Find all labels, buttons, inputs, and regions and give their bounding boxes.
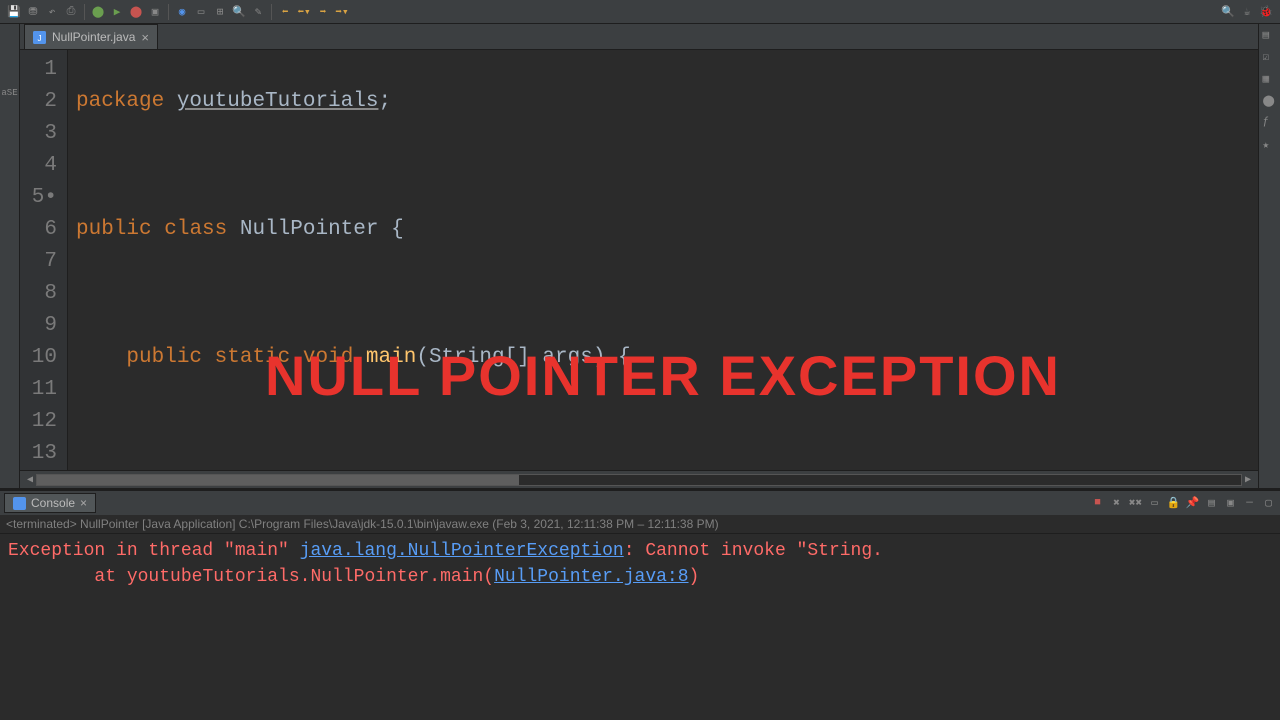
right-sidebar-strip: ▤ ☑ ▦ ⬤ ƒ ★ xyxy=(1258,24,1280,488)
save-icon[interactable]: 💾 xyxy=(6,4,22,20)
new-pkg-icon[interactable]: ▭ xyxy=(193,4,209,20)
editor-tab-bar: J NullPointer.java × xyxy=(20,24,1258,50)
editor-area: aSE J NullPointer.java × 12345•678910111… xyxy=(0,24,1280,488)
quick-access-icon[interactable]: 🔍 xyxy=(1220,4,1236,20)
editor-wrap: J NullPointer.java × 12345•678910111213 … xyxy=(20,24,1258,488)
code-pane: 12345•678910111213 package youtubeTutori… xyxy=(20,50,1258,470)
clear-icon[interactable]: ▭ xyxy=(1147,496,1162,511)
horizontal-scrollbar[interactable]: ◀ ▶ xyxy=(20,470,1258,488)
console-tab-label: Console xyxy=(31,496,75,510)
scroll-left-icon[interactable]: ◀ xyxy=(24,474,36,486)
coverage-icon[interactable]: ▣ xyxy=(147,4,163,20)
undo-icon[interactable]: ↶ xyxy=(44,4,60,20)
console-run-meta: <terminated> NullPointer [Java Applicati… xyxy=(0,515,1280,534)
console-icon xyxy=(13,497,26,510)
back-history-icon[interactable]: ⬅▾ xyxy=(296,4,312,20)
breakpoints-icon[interactable]: ⬤ xyxy=(1263,94,1277,108)
remove-icon[interactable]: ✖ xyxy=(1109,496,1124,511)
left-strip-label: aSE xyxy=(1,88,17,98)
scroll-lock-icon[interactable]: 🔒 xyxy=(1166,496,1181,511)
console-tab[interactable]: Console × xyxy=(4,493,96,513)
run-ext-icon[interactable]: ⬤ xyxy=(128,4,144,20)
close-icon[interactable]: × xyxy=(80,496,87,510)
line-number-gutter: 12345•678910111213 xyxy=(20,50,68,470)
forward-history-icon[interactable]: ➡▾ xyxy=(334,4,350,20)
terminate-icon[interactable]: ■ xyxy=(1090,496,1105,511)
console-output[interactable]: Exception in thread "main" java.lang.Nul… xyxy=(0,534,1280,720)
search-icon[interactable]: 🔍 xyxy=(231,4,247,20)
console-toolbar: ■ ✖ ✖✖ ▭ 🔒 📌 ▤ ▣ — ▢ xyxy=(1090,496,1276,511)
forward-icon[interactable]: ➡ xyxy=(315,4,331,20)
perspective-java-icon[interactable]: ☕ xyxy=(1239,4,1255,20)
open-console-icon[interactable]: ▣ xyxy=(1223,496,1238,511)
new-class-icon[interactable]: ◉ xyxy=(174,4,190,20)
open-type-icon[interactable]: ⊞ xyxy=(212,4,228,20)
bookmarks-icon[interactable]: ★ xyxy=(1263,138,1277,152)
java-file-icon: J xyxy=(33,31,46,44)
left-sidebar-strip: aSE xyxy=(0,24,20,488)
editor-tab-nullpointer[interactable]: J NullPointer.java × xyxy=(24,24,158,49)
pin-icon[interactable]: 📌 xyxy=(1185,496,1200,511)
main-toolbar: 💾 ⛃ ↶ ⎙ ⬤ ▶ ⬤ ▣ ◉ ▭ ⊞ 🔍 ✎ ⬅ ⬅▾ ➡ ➡▾ 🔍 ☕ … xyxy=(0,0,1280,24)
source-link[interactable]: NullPointer.java:8 xyxy=(494,567,688,587)
scroll-right-icon[interactable]: ▶ xyxy=(1242,474,1254,486)
exception-link[interactable]: java.lang.NullPointerException xyxy=(300,541,624,561)
display-icon[interactable]: ▤ xyxy=(1204,496,1219,511)
wand-icon[interactable]: ✎ xyxy=(250,4,266,20)
svg-text:J: J xyxy=(37,33,41,42)
close-icon[interactable]: × xyxy=(141,30,149,45)
perspective-debug-icon[interactable]: 🐞 xyxy=(1258,4,1274,20)
editor-tab-label: NullPointer.java xyxy=(52,30,135,44)
maximize-icon[interactable]: ▢ xyxy=(1261,496,1276,511)
save-all-icon[interactable]: ⛃ xyxy=(25,4,41,20)
run-icon[interactable]: ▶ xyxy=(109,4,125,20)
remove-all-icon[interactable]: ✖✖ xyxy=(1128,496,1143,511)
minimize-icon[interactable]: — xyxy=(1242,496,1257,511)
code-editor[interactable]: package youtubeTutorials; public class N… xyxy=(68,50,1258,470)
separator xyxy=(168,4,169,20)
outline-icon[interactable]: ▤ xyxy=(1263,28,1277,42)
separator xyxy=(271,4,272,20)
minimap-icon[interactable]: ▦ xyxy=(1263,72,1277,86)
expressions-icon[interactable]: ƒ xyxy=(1263,116,1277,130)
separator xyxy=(84,4,85,20)
console-tab-bar: Console × ■ ✖ ✖✖ ▭ 🔒 📌 ▤ ▣ — ▢ xyxy=(0,491,1280,515)
console-panel: Console × ■ ✖ ✖✖ ▭ 🔒 📌 ▤ ▣ — ▢ <terminat… xyxy=(0,488,1280,720)
task-icon[interactable]: ☑ xyxy=(1263,50,1277,64)
back-icon[interactable]: ⬅ xyxy=(277,4,293,20)
print-icon[interactable]: ⎙ xyxy=(63,4,79,20)
debug-icon[interactable]: ⬤ xyxy=(90,4,106,20)
